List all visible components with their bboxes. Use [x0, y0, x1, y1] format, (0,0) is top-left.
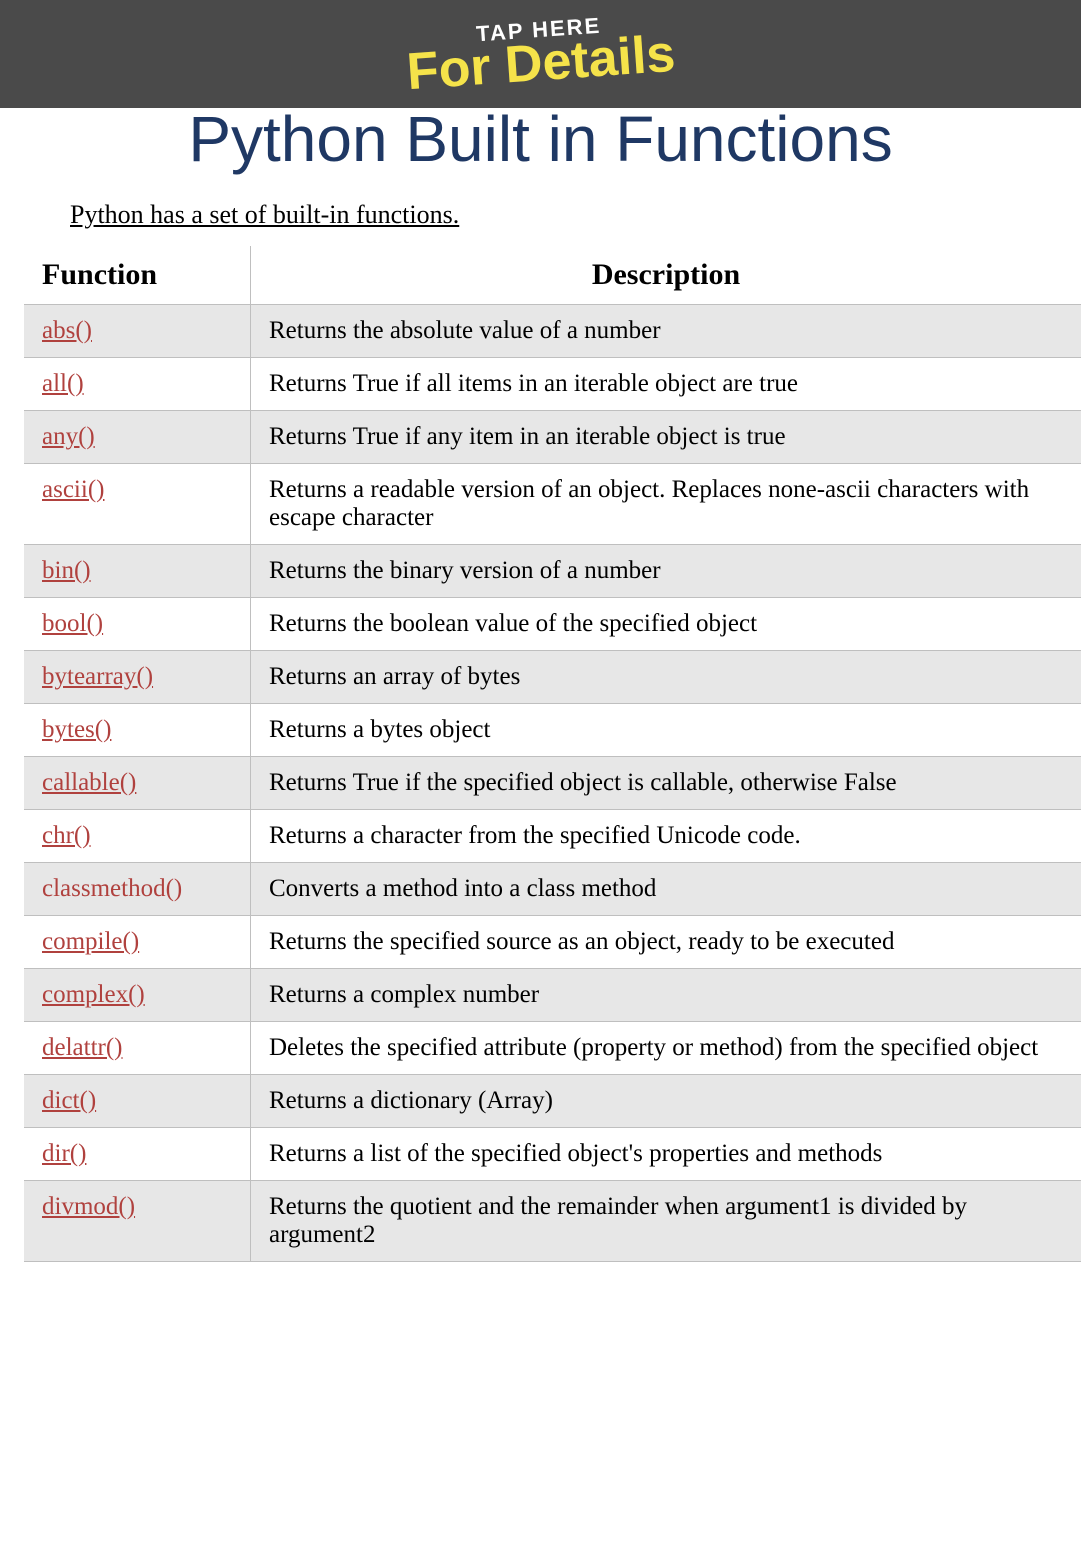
- table-row: callable() Returns True if the specified …: [24, 757, 1081, 810]
- description-cell: Returns a dictionary (Array): [251, 1075, 1081, 1128]
- function-link[interactable]: bytearray(): [42, 663, 153, 690]
- table-row: bytearray() Returns an array of bytes: [24, 651, 1081, 704]
- table-row: any() Returns True if any item in an iter…: [24, 411, 1081, 464]
- table-row: classmethod() Converts a method into a cl…: [24, 863, 1081, 916]
- description-cell: Returns the binary version of a number: [251, 545, 1081, 598]
- table-header-function: Function: [24, 246, 251, 305]
- function-text: classmethod(): [42, 875, 182, 902]
- function-cell: classmethod(): [24, 863, 251, 916]
- table-header-description: Description: [251, 246, 1081, 305]
- description-cell: Returns the absolute value of a number: [251, 305, 1081, 358]
- description-cell: Returns an array of bytes: [251, 651, 1081, 704]
- promo-banner[interactable]: TAP HERE For Details: [0, 0, 1081, 108]
- table-row: complex() Returns a complex number: [24, 969, 1081, 1022]
- function-cell: dict(): [24, 1075, 251, 1128]
- function-link[interactable]: bytes(): [42, 716, 111, 743]
- table-row: all() Returns True if all items in an ite…: [24, 358, 1081, 411]
- function-link[interactable]: complex(): [42, 981, 145, 1008]
- description-cell: Returns a character from the specified U…: [251, 810, 1081, 863]
- description-cell: Returns a bytes object: [251, 704, 1081, 757]
- function-link[interactable]: any(): [42, 423, 95, 450]
- function-cell: any(): [24, 411, 251, 464]
- description-cell: Returns a complex number: [251, 969, 1081, 1022]
- description-cell: Returns a list of the specified object's…: [251, 1128, 1081, 1181]
- description-cell: Returns True if the specified object is …: [251, 757, 1081, 810]
- function-link[interactable]: ascii(): [42, 476, 104, 503]
- description-cell: Deletes the specified attribute (propert…: [251, 1022, 1081, 1075]
- function-cell: bool(): [24, 598, 251, 651]
- function-cell: all(): [24, 358, 251, 411]
- function-cell: compile(): [24, 916, 251, 969]
- function-link[interactable]: all(): [42, 370, 84, 397]
- table-row: bytes() Returns a bytes object: [24, 704, 1081, 757]
- description-cell: Returns True if any item in an iterable …: [251, 411, 1081, 464]
- function-link[interactable]: bin(): [42, 557, 91, 584]
- function-cell: chr(): [24, 810, 251, 863]
- table-row: bin() Returns the binary version of a num…: [24, 545, 1081, 598]
- function-cell: abs(): [24, 305, 251, 358]
- function-cell: bytearray(): [24, 651, 251, 704]
- function-cell: ascii(): [24, 464, 251, 545]
- table-row: delattr() Deletes the specified attribute…: [24, 1022, 1081, 1075]
- functions-table: Function Description abs() Returns the ab…: [24, 246, 1081, 1262]
- description-cell: Returns a readable version of an object.…: [251, 464, 1081, 545]
- function-cell: complex(): [24, 969, 251, 1022]
- page-title: Python Built in Functions: [0, 102, 1081, 176]
- description-cell: Returns the quotient and the remainder w…: [251, 1181, 1081, 1262]
- table-row: chr() Returns a character from the specif…: [24, 810, 1081, 863]
- description-cell: Returns the specified source as an objec…: [251, 916, 1081, 969]
- table-row: divmod() Returns the quotient and the rem…: [24, 1181, 1081, 1262]
- table-row: dict() Returns a dictionary (Array): [24, 1075, 1081, 1128]
- function-link[interactable]: bool(): [42, 610, 103, 637]
- table-row: dir() Returns a list of the specified obj…: [24, 1128, 1081, 1181]
- function-link[interactable]: dict(): [42, 1087, 96, 1114]
- function-cell: callable(): [24, 757, 251, 810]
- function-cell: bin(): [24, 545, 251, 598]
- description-cell: Returns the boolean value of the specifi…: [251, 598, 1081, 651]
- function-link[interactable]: chr(): [42, 822, 91, 849]
- description-cell: Converts a method into a class method: [251, 863, 1081, 916]
- function-link[interactable]: divmod(): [42, 1193, 135, 1220]
- function-link[interactable]: compile(): [42, 928, 139, 955]
- function-cell: bytes(): [24, 704, 251, 757]
- intro-text: Python has a set of built-in functions.: [70, 200, 1081, 230]
- function-cell: dir(): [24, 1128, 251, 1181]
- table-row: ascii() Returns a readable version of an …: [24, 464, 1081, 545]
- table-row: bool() Returns the boolean value of the s…: [24, 598, 1081, 651]
- function-cell: divmod(): [24, 1181, 251, 1262]
- function-link[interactable]: callable(): [42, 769, 136, 796]
- table-row: compile() Returns the specified source as…: [24, 916, 1081, 969]
- function-link[interactable]: abs(): [42, 317, 92, 344]
- description-cell: Returns True if all items in an iterable…: [251, 358, 1081, 411]
- table-row: abs() Returns the absolute value of a num…: [24, 305, 1081, 358]
- function-cell: delattr(): [24, 1022, 251, 1075]
- function-link[interactable]: delattr(): [42, 1034, 123, 1061]
- function-link[interactable]: dir(): [42, 1140, 86, 1167]
